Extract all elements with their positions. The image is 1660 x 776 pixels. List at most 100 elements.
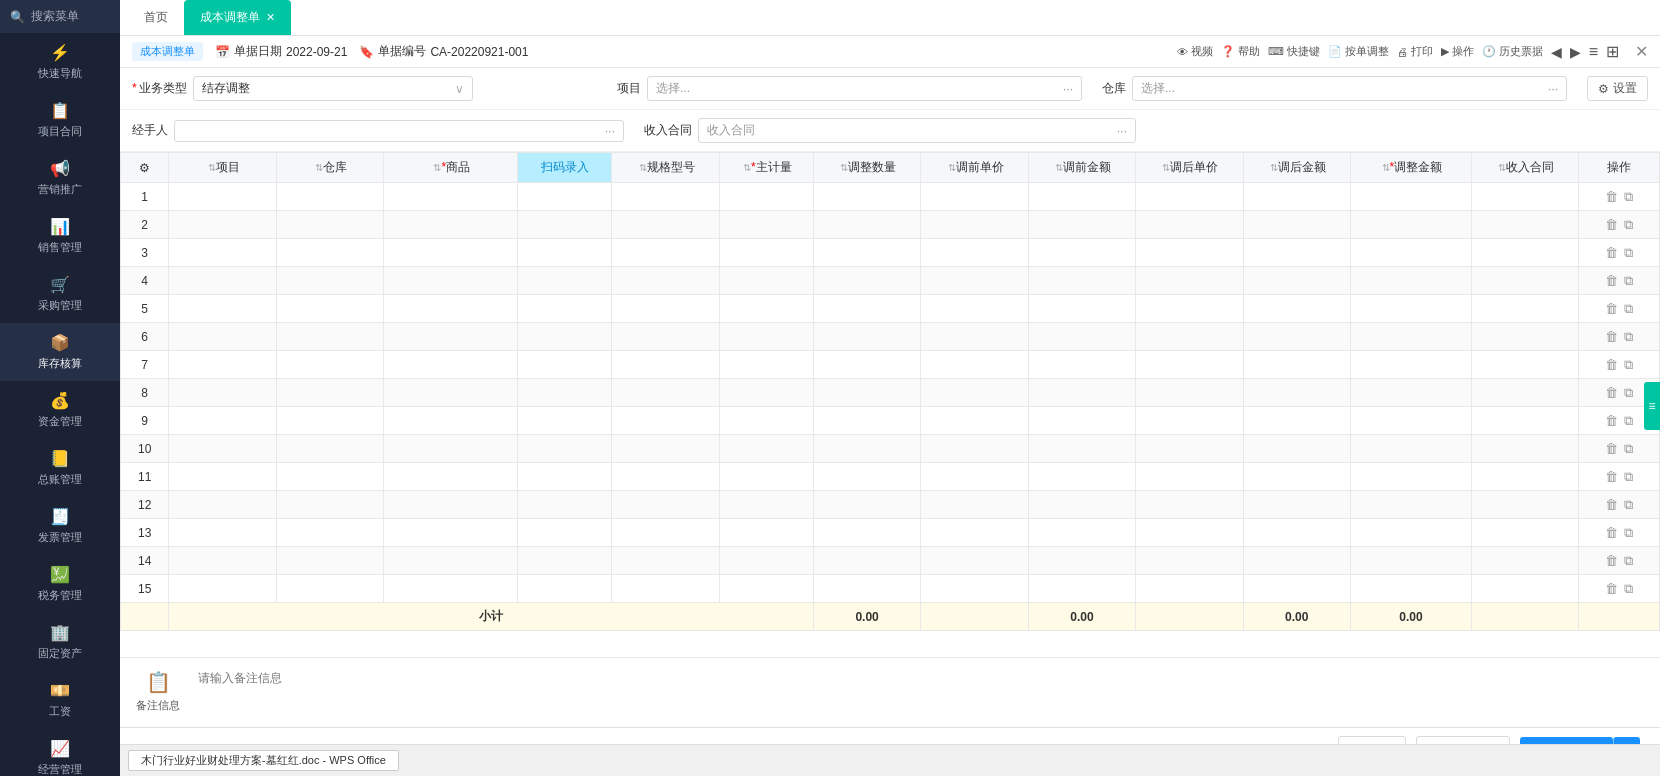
cell-warehouse[interactable] [276, 379, 383, 407]
close-window-icon[interactable]: ✕ [1635, 42, 1648, 61]
cell-scan[interactable] [518, 323, 612, 351]
cell-before-price[interactable] [921, 491, 1028, 519]
toolbar-nav-prev[interactable]: ◀ [1551, 44, 1562, 60]
th-spec[interactable]: ⇅规格型号 [612, 153, 719, 183]
cell-product[interactable] [384, 351, 518, 379]
cell-after-price[interactable] [1136, 239, 1243, 267]
cell-adjust-amount[interactable] [1351, 183, 1472, 211]
cell-warehouse[interactable] [276, 351, 383, 379]
cell-qty[interactable] [813, 407, 920, 435]
toolbar-view-list[interactable]: ≡ [1589, 43, 1598, 61]
sidebar-item-ledger-mgmt[interactable]: 📒 总账管理 [0, 439, 120, 497]
sidebar-item-capital-mgmt[interactable]: 💰 资金管理 [0, 381, 120, 439]
cell-spec[interactable] [612, 351, 719, 379]
cell-income-contract[interactable] [1471, 547, 1578, 575]
cell-scan[interactable] [518, 463, 612, 491]
cell-unit[interactable] [719, 211, 813, 239]
cell-warehouse[interactable] [276, 519, 383, 547]
cell-warehouse[interactable] [276, 435, 383, 463]
cell-before-price[interactable] [921, 547, 1028, 575]
cell-unit[interactable] [719, 463, 813, 491]
cell-qty[interactable] [813, 575, 920, 603]
copy-row-icon[interactable]: ⧉ [1624, 497, 1633, 513]
cell-before-price[interactable] [921, 379, 1028, 407]
cell-unit[interactable] [719, 407, 813, 435]
cell-unit[interactable] [719, 491, 813, 519]
sidebar-item-sales-mgmt[interactable]: 📊 销售管理 [0, 207, 120, 265]
cell-adjust-amount[interactable] [1351, 463, 1472, 491]
side-panel-toggle[interactable]: ≡ [1644, 382, 1660, 430]
cell-unit[interactable] [719, 267, 813, 295]
th-before-price[interactable]: ⇅调前单价 [921, 153, 1028, 183]
cell-product[interactable] [384, 575, 518, 603]
th-before-amount[interactable]: ⇅调前金额 [1028, 153, 1135, 183]
delete-row-icon[interactable]: 🗑 [1605, 329, 1618, 345]
cell-project[interactable] [169, 547, 276, 575]
cell-qty[interactable] [813, 211, 920, 239]
cell-qty[interactable] [813, 295, 920, 323]
copy-row-icon[interactable]: ⧉ [1624, 301, 1633, 317]
cell-adjust-amount[interactable] [1351, 267, 1472, 295]
cell-scan[interactable] [518, 183, 612, 211]
toolbar-view-grid[interactable]: ⊞ [1606, 42, 1619, 61]
cell-after-price[interactable] [1136, 295, 1243, 323]
cell-scan[interactable] [518, 575, 612, 603]
th-adjust-amount[interactable]: ⇅*调整金额 [1351, 153, 1472, 183]
cell-unit[interactable] [719, 547, 813, 575]
delete-row-icon[interactable]: 🗑 [1605, 217, 1618, 233]
cell-spec[interactable] [612, 379, 719, 407]
cell-warehouse[interactable] [276, 547, 383, 575]
cell-spec[interactable] [612, 463, 719, 491]
delete-row-icon[interactable]: 🗑 [1605, 273, 1618, 289]
copy-row-icon[interactable]: ⧉ [1624, 413, 1633, 429]
cell-after-amount[interactable] [1243, 211, 1350, 239]
copy-row-icon[interactable]: ⧉ [1624, 245, 1633, 261]
project-ellipsis[interactable]: ··· [1063, 82, 1073, 96]
cell-warehouse[interactable] [276, 491, 383, 519]
sidebar-item-invoice-mgmt[interactable]: 🧾 发票管理 [0, 497, 120, 555]
cell-before-price[interactable] [921, 519, 1028, 547]
th-product[interactable]: ⇅*商品 [384, 153, 518, 183]
cell-project[interactable] [169, 239, 276, 267]
cell-after-amount[interactable] [1243, 435, 1350, 463]
sidebar-item-inventory[interactable]: 📦 库存核算 [0, 323, 120, 381]
delete-row-icon[interactable]: 🗑 [1605, 245, 1618, 261]
copy-row-icon[interactable]: ⧉ [1624, 469, 1633, 485]
cell-spec[interactable] [612, 323, 719, 351]
cell-before-amount[interactable] [1028, 295, 1135, 323]
cell-unit[interactable] [719, 323, 813, 351]
cell-income-contract[interactable] [1471, 379, 1578, 407]
cell-scan[interactable] [518, 519, 612, 547]
cell-project[interactable] [169, 407, 276, 435]
cell-before-amount[interactable] [1028, 351, 1135, 379]
cell-adjust-amount[interactable] [1351, 547, 1472, 575]
sidebar-item-project-contract[interactable]: 📋 项目合同 [0, 91, 120, 149]
cell-warehouse[interactable] [276, 183, 383, 211]
cell-before-price[interactable] [921, 575, 1028, 603]
cell-spec[interactable] [612, 575, 719, 603]
cell-unit[interactable] [719, 575, 813, 603]
cell-after-price[interactable] [1136, 547, 1243, 575]
cell-after-price[interactable] [1136, 351, 1243, 379]
cell-before-amount[interactable] [1028, 267, 1135, 295]
cell-qty[interactable] [813, 379, 920, 407]
cell-adjust-amount[interactable] [1351, 407, 1472, 435]
handler-input[interactable]: ··· [174, 120, 624, 142]
cell-adjust-amount[interactable] [1351, 435, 1472, 463]
warehouse-ellipsis[interactable]: ··· [1548, 82, 1558, 96]
delete-row-icon[interactable]: 🗑 [1605, 441, 1618, 457]
cell-spec[interactable] [612, 407, 719, 435]
cell-after-price[interactable] [1136, 211, 1243, 239]
th-warehouse[interactable]: ⇅仓库 [276, 153, 383, 183]
toolbar-voucher[interactable]: 📄 按单调整 [1328, 44, 1389, 59]
cell-project[interactable] [169, 575, 276, 603]
cell-before-price[interactable] [921, 463, 1028, 491]
cell-income-contract[interactable] [1471, 575, 1578, 603]
cell-after-price[interactable] [1136, 267, 1243, 295]
cell-unit[interactable] [719, 379, 813, 407]
copy-row-icon[interactable]: ⧉ [1624, 581, 1633, 597]
cell-after-amount[interactable] [1243, 295, 1350, 323]
cell-before-amount[interactable] [1028, 407, 1135, 435]
cell-scan[interactable] [518, 379, 612, 407]
delete-row-icon[interactable]: 🗑 [1605, 581, 1618, 597]
